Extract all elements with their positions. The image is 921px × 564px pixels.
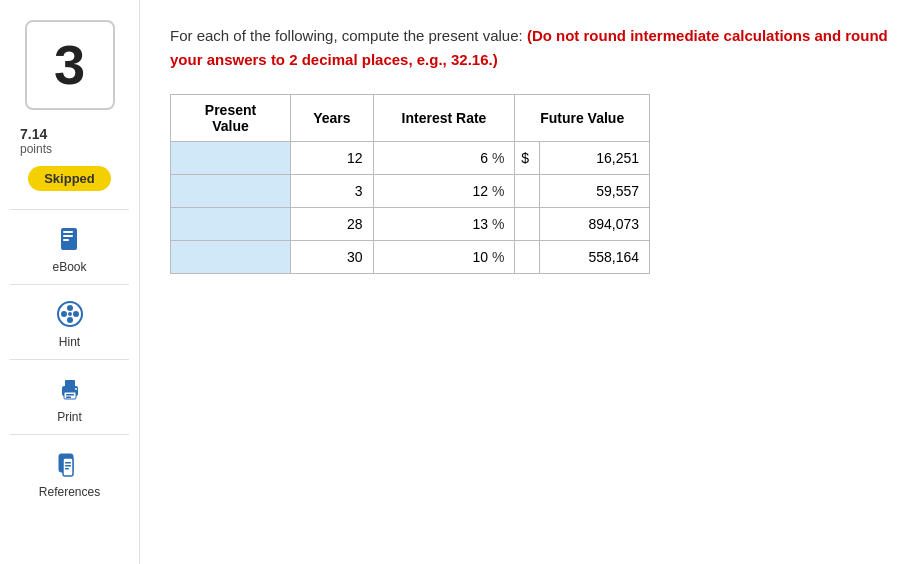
years-cell: 3 xyxy=(291,175,374,208)
svg-rect-19 xyxy=(65,462,71,464)
present-value-cell[interactable] xyxy=(171,241,291,274)
sidebar-item-hint[interactable]: Hint xyxy=(10,284,129,359)
svg-rect-3 xyxy=(63,239,69,241)
present-value-cell[interactable] xyxy=(171,175,291,208)
svg-rect-20 xyxy=(65,465,71,467)
svg-point-9 xyxy=(68,312,72,316)
status-badge[interactable]: Skipped xyxy=(28,166,111,191)
svg-rect-1 xyxy=(63,231,73,233)
svg-rect-18 xyxy=(63,458,73,476)
table-row: 312 % 59,557 xyxy=(171,175,650,208)
svg-point-6 xyxy=(61,311,67,317)
sidebar: 3 7.14 points Skipped eBook xyxy=(0,0,140,564)
dollar-sign-cell xyxy=(515,208,540,241)
col-header-present-value: Present Value xyxy=(171,95,291,142)
sidebar-item-references[interactable]: References xyxy=(10,434,129,509)
svg-point-5 xyxy=(67,305,73,311)
question-number-box: 3 xyxy=(25,20,115,110)
points-label: points xyxy=(20,142,52,156)
years-cell: 12 xyxy=(291,142,374,175)
future-value-cell: 16,251 xyxy=(540,142,650,175)
interest-rate-cell: 13 % xyxy=(373,208,515,241)
col-header-years: Years xyxy=(291,95,374,142)
hint-icon xyxy=(53,297,87,331)
present-value-cell[interactable] xyxy=(171,208,291,241)
svg-rect-14 xyxy=(66,397,71,399)
print-icon xyxy=(53,372,87,406)
present-value-input[interactable] xyxy=(179,246,282,268)
sidebar-item-hint-label: Hint xyxy=(59,335,80,349)
present-value-input[interactable] xyxy=(179,213,282,235)
dollar-sign-cell xyxy=(515,175,540,208)
future-value-cell: 558,164 xyxy=(540,241,650,274)
svg-point-8 xyxy=(73,311,79,317)
data-table: Present Value Years Interest Rate Future… xyxy=(170,94,650,274)
years-cell: 30 xyxy=(291,241,374,274)
svg-rect-2 xyxy=(63,235,73,237)
present-value-input[interactable] xyxy=(179,147,282,169)
dollar-sign-cell: $ xyxy=(515,142,540,175)
years-cell: 28 xyxy=(291,208,374,241)
sidebar-item-ebook-label: eBook xyxy=(52,260,86,274)
svg-rect-21 xyxy=(65,468,69,470)
points-value: 7.14 xyxy=(20,126,47,142)
col-header-interest-rate: Interest Rate xyxy=(373,95,515,142)
sidebar-item-print-label: Print xyxy=(57,410,82,424)
question-text: For each of the following, compute the p… xyxy=(170,24,890,72)
sidebar-item-ebook[interactable]: eBook xyxy=(10,209,129,284)
book-icon xyxy=(53,222,87,256)
present-value-cell[interactable] xyxy=(171,142,291,175)
references-icon xyxy=(53,447,87,481)
interest-rate-cell: 10 % xyxy=(373,241,515,274)
question-number: 3 xyxy=(54,37,85,93)
table-row: 2813 % 894,073 xyxy=(171,208,650,241)
question-intro: For each of the following, compute the p… xyxy=(170,27,523,44)
svg-point-15 xyxy=(75,388,77,390)
present-value-input[interactable] xyxy=(179,180,282,202)
interest-rate-cell: 6 % xyxy=(373,142,515,175)
future-value-cell: 59,557 xyxy=(540,175,650,208)
main-content: For each of the following, compute the p… xyxy=(140,0,921,564)
interest-rate-cell: 12 % xyxy=(373,175,515,208)
svg-rect-13 xyxy=(66,394,74,396)
sidebar-item-references-label: References xyxy=(39,485,100,499)
dollar-sign-cell xyxy=(515,241,540,274)
sidebar-item-print[interactable]: Print xyxy=(10,359,129,434)
table-row: 126 %$16,251 xyxy=(171,142,650,175)
svg-rect-11 xyxy=(65,380,75,387)
future-value-cell: 894,073 xyxy=(540,208,650,241)
svg-point-7 xyxy=(67,317,73,323)
table-row: 3010 % 558,164 xyxy=(171,241,650,274)
col-header-future-value: Future Value xyxy=(515,95,650,142)
